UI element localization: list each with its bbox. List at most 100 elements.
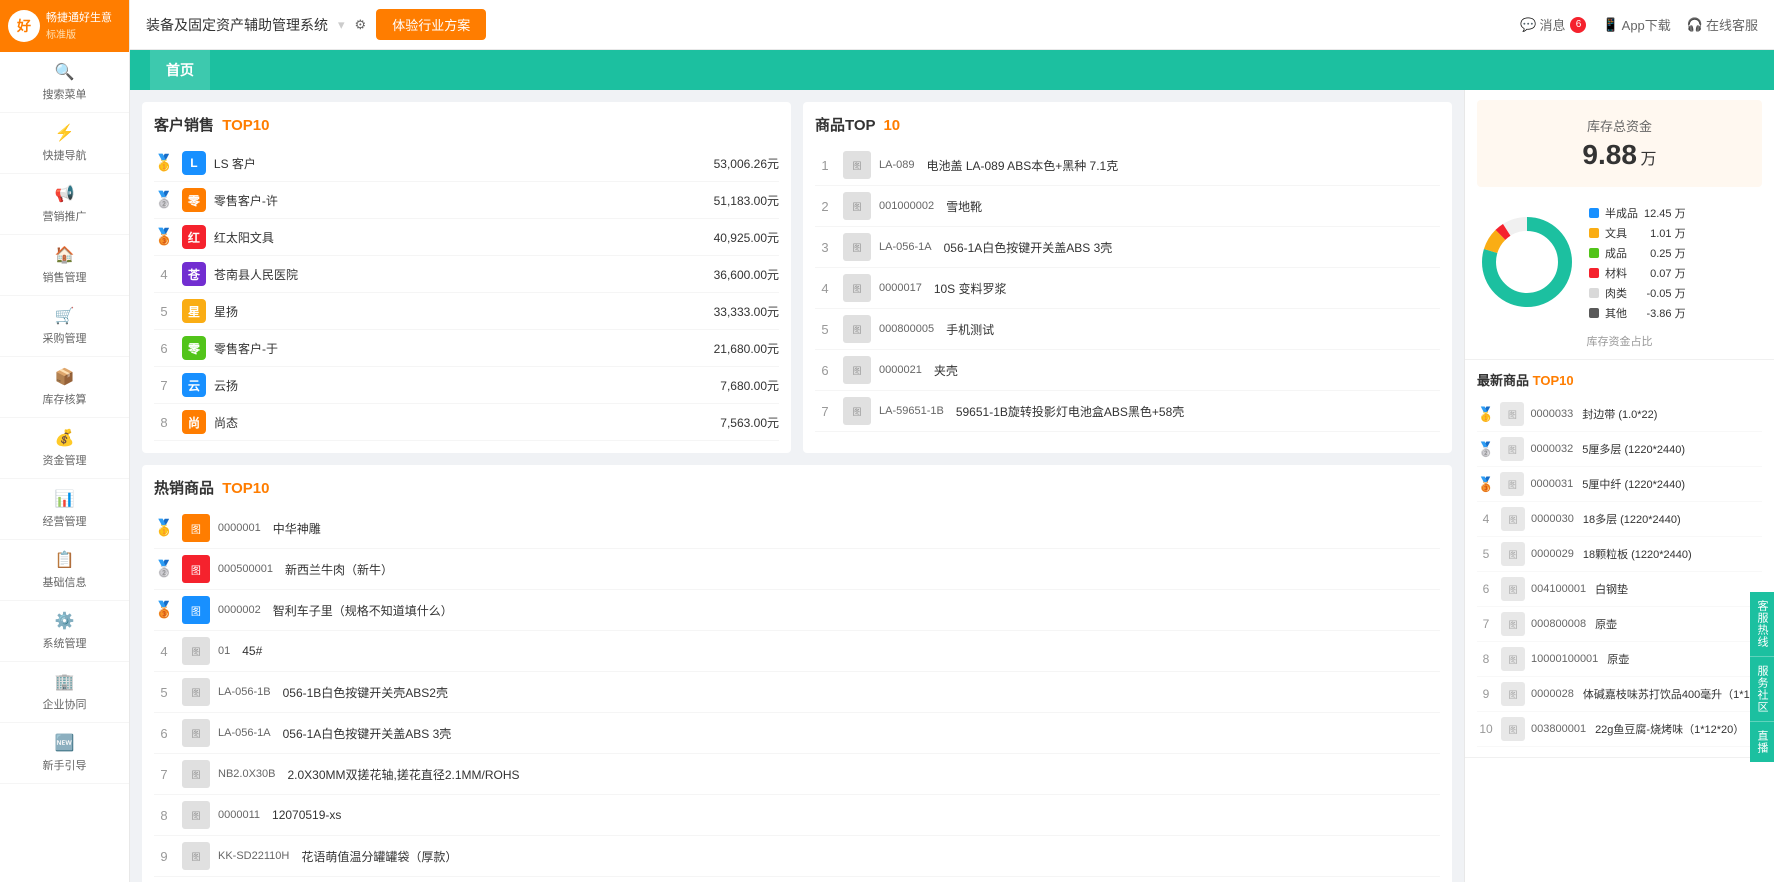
app-logo: 好 畅捷通好生意 标准版 (0, 0, 129, 52)
hot-product-thumb: 图 (182, 801, 210, 829)
float-btn-0[interactable]: 客服热线 (1750, 592, 1774, 657)
rank-num: 4 (154, 267, 174, 282)
hot-product-name: 2.0X30MM双搓花轴,搓花直径2.1MM/ROHS (287, 766, 1440, 783)
sidebar-item-basic[interactable]: 📋基础信息 (0, 540, 129, 601)
rank-avatar: 云 (182, 373, 206, 397)
sidebar-item-stock[interactable]: 📦库存核算 (0, 357, 129, 418)
hot-product-code: 0000002 (218, 604, 261, 616)
rank-amount: 21,680.00元 (714, 340, 779, 357)
customer-ranking-item: 🥈 零 零售客户-许 51,183.00元 (154, 182, 779, 219)
customer-ranking-item: 4 苍 苍南县人民医院 36,600.00元 (154, 256, 779, 293)
sidebar-item-finance[interactable]: 💰资金管理 (0, 418, 129, 479)
sidebar-item-sales[interactable]: 🏠销售管理 (0, 235, 129, 296)
hot-product-item: 5 图 LA-056-1B 056-1B白色按键开关壳ABS2壳 (154, 672, 1440, 713)
float-btn-2[interactable]: 直播 (1750, 722, 1774, 762)
sidebar-item-search[interactable]: 🔍 搜索菜单 (0, 52, 129, 113)
rank-name: 苍南县人民医院 (214, 266, 706, 283)
hot-product-item: 🥈 图 000500001 新西兰牛肉（新牛） (154, 549, 1440, 590)
stock-chart-label: 库存资金占比 (1477, 333, 1762, 349)
trial-btn[interactable]: 体验行业方案 (376, 9, 486, 40)
nav-label-sales: 销售管理 (43, 269, 87, 285)
customer-ranking-card: 客户销售 TOP10 🥇 L LS 客户 53,006.26元 🥈 零 零售客户… (142, 102, 791, 453)
newest-products-section: 最新商品 TOP10 🥇 图 0000033 封边带 (1.0*22) 🥈 图 … (1465, 360, 1774, 758)
content-area: 客户销售 TOP10 🥇 L LS 客户 53,006.26元 🥈 零 零售客户… (130, 90, 1774, 882)
newest-product-item: 4 图 0000030 18多层 (1220*2440) (1477, 502, 1762, 537)
nav-label-guide: 新手引导 (43, 757, 87, 773)
rank-name: 零售客户-许 (214, 192, 706, 209)
hot-product-rank: 6 (154, 726, 174, 741)
product-thumb: 图 (843, 274, 871, 302)
messages-btn[interactable]: 💬 消息 6 (1520, 15, 1586, 34)
sidebar-item-system[interactable]: ⚙️系统管理 (0, 601, 129, 662)
online-service-btn[interactable]: 🎧 在线客服 (1687, 15, 1758, 34)
hot-product-name: 12070519-xs (272, 808, 1440, 822)
nav-label-basic: 基础信息 (43, 574, 87, 590)
hot-product-thumb: 图 (182, 596, 210, 624)
top-bar-left: 装备及固定资产辅助管理系统 ▾ ⚙ 体验行业方案 (146, 9, 486, 40)
product-name: 手机测试 (946, 321, 1440, 338)
top-bar-right: 💬 消息 6 📱 App下载 🎧 在线客服 (1520, 15, 1758, 34)
hot-product-code: LA-056-1A (218, 727, 271, 739)
legend-name: 半成品 (1605, 205, 1638, 221)
newest-name: 白钢垫 (1595, 581, 1762, 597)
main-content: 客户销售 TOP10 🥇 L LS 客户 53,006.26元 🥈 零 零售客户… (130, 90, 1464, 882)
app-download-label: App下载 (1622, 15, 1671, 34)
sidebar-item-purchase[interactable]: 🛒采购管理 (0, 296, 129, 357)
rank-name: 零售客户-于 (214, 340, 706, 357)
legend-name: 其他 (1605, 305, 1640, 321)
hot-products-list: 🥇 图 0000001 中华神雕 🥈 图 000500001 新西兰牛肉（新牛）… (154, 508, 1440, 877)
product-thumb: 图 (843, 151, 871, 179)
nav-label-search: 搜索菜单 (43, 86, 87, 102)
hot-product-medal: 🥇 (154, 518, 174, 538)
rank-name: 云扬 (214, 377, 712, 394)
logo-text: 畅捷通好生意 (46, 11, 112, 25)
customer-ranking-item: 🥉 红 红太阳文具 40,925.00元 (154, 219, 779, 256)
newest-name: 18多层 (1220*2440) (1583, 511, 1762, 527)
legend-value: 0.07 万 (1650, 265, 1685, 281)
app-download-btn[interactable]: 📱 App下载 (1602, 15, 1670, 34)
product-rank: 6 (815, 363, 835, 378)
nav-icon-search: 🔍 (55, 62, 75, 82)
product-top-right-item: 3 图 LA-056-1A 056-1A白色按键开关盖ABS 3壳 (815, 227, 1440, 268)
product-rank: 7 (815, 404, 835, 419)
settings-icon[interactable]: ⚙ (355, 17, 367, 33)
sidebar-item-guide[interactable]: 🆕 新手引导 (0, 723, 129, 784)
newest-rank: 8 (1477, 652, 1495, 666)
hot-product-thumb: 图 (182, 678, 210, 706)
hot-product-rank: 4 (154, 644, 174, 659)
newest-products-title: 最新商品 TOP10 (1477, 370, 1762, 389)
rank-amount: 53,006.26元 (714, 155, 779, 172)
hot-product-thumb: 图 (182, 637, 210, 665)
newest-thumb: 图 (1501, 682, 1525, 706)
sidebar-item-operation[interactable]: 📊经营管理 (0, 479, 129, 540)
sidebar-item-marketing[interactable]: 📢营销推广 (0, 174, 129, 235)
float-btn-1[interactable]: 服务社区 (1750, 657, 1774, 722)
hot-product-name: 45# (242, 644, 1440, 658)
product-name: 电池盖 LA-089 ABS本色+黑种 7.1克 (926, 157, 1440, 174)
rank-num: 8 (154, 415, 174, 430)
legend-item: 其他 -3.86 万 (1589, 305, 1686, 321)
nav-label-quick: 快捷导航 (43, 147, 87, 163)
hot-product-item: 7 图 NB2.0X30B 2.0X30MM双搓花轴,搓花直径2.1MM/ROH… (154, 754, 1440, 795)
rank-amount: 7,680.00元 (720, 377, 779, 394)
rank-medal: 🥇 (154, 153, 174, 173)
hot-product-thumb: 图 (182, 514, 210, 542)
product-rank: 4 (815, 281, 835, 296)
hot-product-item: 🥉 图 0000002 智利车子里（规格不知道填什么） (154, 590, 1440, 631)
product-top-right-item: 5 图 000800005 手机测试 (815, 309, 1440, 350)
legend-name: 文具 (1605, 225, 1644, 241)
sidebar-item-quick[interactable]: ⚡快捷导航 (0, 113, 129, 174)
messages-label: 消息 (1539, 15, 1565, 34)
nav-label-finance: 资金管理 (43, 452, 87, 468)
phone-icon: 📱 (1602, 17, 1618, 33)
home-tab[interactable]: 首页 (150, 50, 210, 90)
dropdown-icon[interactable]: ▾ (338, 17, 345, 33)
newest-name: 5厘多层 (1220*2440) (1582, 441, 1762, 457)
newest-rank: 4 (1477, 512, 1495, 526)
sidebar-item-corp[interactable]: 🏢企业协同 (0, 662, 129, 723)
product-top-right-list: 1 图 LA-089 电池盖 LA-089 ABS本色+黑种 7.1克 2 图 … (815, 145, 1440, 432)
nav-icon-guide: 🆕 (55, 733, 75, 753)
newest-product-item: 7 图 000800008 原壶 (1477, 607, 1762, 642)
newest-rank: 6 (1477, 582, 1495, 596)
hot-product-code: LA-056-1B (218, 686, 271, 698)
